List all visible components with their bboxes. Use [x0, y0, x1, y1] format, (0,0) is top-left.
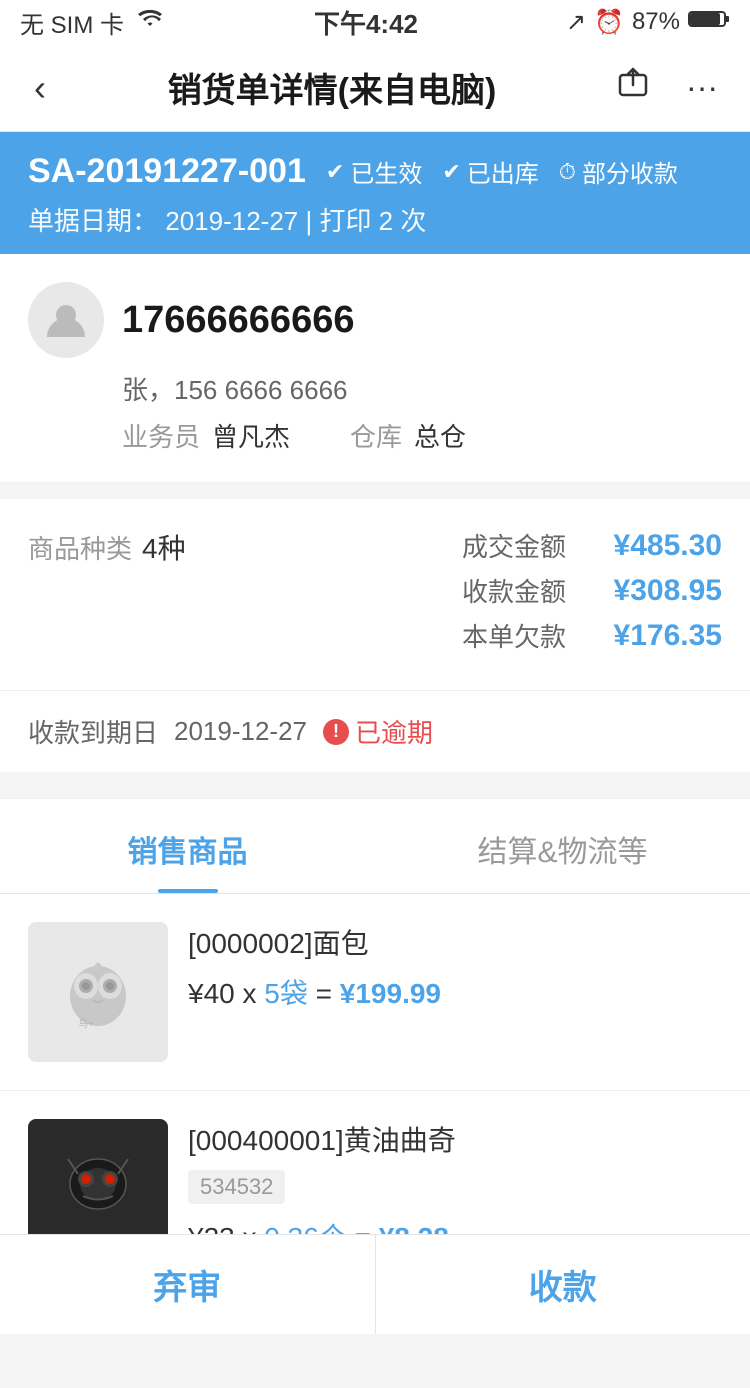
customer-name: 17666666666	[122, 299, 354, 342]
date-value: 2019-12-27	[165, 206, 298, 236]
banner-row1: SA-20191227-001 ✔ 已生效 ✔ 已出库 ⏱ 部分收款	[28, 152, 722, 191]
product-name-2: [000400001]黄油曲奇	[188, 1119, 722, 1159]
collect-label: 收款	[529, 1260, 597, 1309]
customer-meta: 业务员 曾凡杰 仓库 总仓	[122, 417, 722, 454]
svg-text:鸟+: 鸟+	[78, 1017, 94, 1030]
nav-actions: ···	[608, 59, 726, 117]
badge-shipped-text: 已出库	[467, 154, 539, 189]
status-left: 无 SIM 卡	[20, 5, 166, 40]
summary-left: 商品种类 4种	[28, 527, 186, 573]
product-tag-2: 534532	[188, 1170, 285, 1204]
warehouse-label: 仓库	[350, 417, 402, 454]
summary-right: 成交金额 ¥485.30 收款金额 ¥308.95 本单欠款 ¥176.35	[462, 527, 722, 662]
product-info-1: [0000002]面包 ¥40 x 5袋 = ¥199.99	[188, 922, 722, 1012]
overdue-text: 已逾期	[355, 713, 433, 750]
product-types-value: 4种	[142, 527, 186, 567]
alarm-icon: ⏰	[594, 8, 624, 37]
tabs-section: 销售商品 结算&物流等	[0, 798, 750, 1288]
tabs: 销售商品 结算&物流等	[0, 799, 750, 894]
price-eq-1: =	[316, 978, 340, 1009]
salesman-label: 业务员	[122, 417, 200, 454]
due-date-value: 2019-12-27	[174, 716, 307, 747]
customer-section: 17666666666 张，156 6666 6666 业务员 曾凡杰 仓库 总…	[0, 254, 750, 483]
due-date-label: 收款到期日	[28, 713, 158, 750]
divider-1	[0, 483, 750, 499]
sim-status: 无 SIM 卡	[20, 5, 124, 40]
price-qty-1: 5袋	[264, 978, 308, 1009]
warehouse-value: 总仓	[414, 417, 466, 454]
summary-section: 商品种类 4种 成交金额 ¥485.30 收款金额 ¥308.95 本单欠款 ¥…	[0, 499, 750, 690]
badge-activated-text: 已生效	[350, 154, 422, 189]
banner-date-row: 单据日期： 2019-12-27 | 打印 2 次	[28, 201, 722, 238]
badge-activated: ✔ 已生效	[326, 154, 422, 189]
tab-settlement-label: 结算&物流等	[477, 836, 647, 869]
check-icon-2: ✔	[442, 159, 460, 185]
location-icon: ↗	[566, 8, 586, 37]
status-right: ↗ ⏰ 87%	[566, 8, 730, 37]
header-banner: SA-20191227-001 ✔ 已生效 ✔ 已出库 ⏱ 部分收款 单据日期：…	[0, 132, 750, 254]
share-icon[interactable]	[608, 59, 658, 117]
price-x-1: x	[243, 978, 265, 1009]
check-icon-1: ✔	[326, 159, 344, 185]
collect-amount-label: 收款金额	[462, 572, 566, 609]
tab-products-label: 销售商品	[128, 836, 248, 869]
price-total-1: ¥199.99	[340, 978, 441, 1009]
avatar	[28, 282, 104, 358]
product-thumb-1: 鸟+	[28, 922, 168, 1062]
deal-amount-value: ¥485.30	[582, 529, 722, 563]
salesman-value: 曾凡杰	[212, 417, 290, 454]
battery-level: 87%	[632, 8, 680, 36]
due-date-section: 收款到期日 2019-12-27 ! 已逾期	[0, 690, 750, 772]
badge-shipped: ✔ 已出库	[442, 154, 538, 189]
product-list: 鸟+ [0000002]面包 ¥40 x 5袋 = ¥199.99	[0, 894, 750, 1288]
debt-amount-row: 本单欠款 ¥176.35	[462, 617, 722, 654]
bottom-bar: 弃审 收款	[0, 1234, 750, 1334]
salesman-info: 业务员 曾凡杰	[122, 417, 290, 454]
price-value-1: ¥40	[188, 978, 235, 1009]
debt-amount-value: ¥176.35	[582, 619, 722, 653]
deal-amount-label: 成交金额	[462, 527, 566, 564]
debt-amount-label: 本单欠款	[462, 617, 566, 654]
collect-amount-value: ¥308.95	[582, 574, 722, 608]
page-title: 销货单详情(来自电脑)	[168, 63, 497, 112]
product-price-1: ¥40 x 5袋 = ¥199.99	[188, 972, 722, 1012]
more-icon[interactable]: ···	[678, 61, 726, 114]
product-name-1: [0000002]面包	[188, 922, 722, 962]
battery-icon	[688, 8, 730, 37]
customer-row: 17666666666	[28, 282, 722, 358]
summary-row: 商品种类 4种 成交金额 ¥485.30 收款金额 ¥308.95 本单欠款 ¥…	[28, 527, 722, 662]
order-id: SA-20191227-001	[28, 152, 306, 191]
tab-settlement[interactable]: 结算&物流等	[375, 799, 750, 893]
status-bar: 无 SIM 卡 下午4:42 ↗ ⏰ 87%	[0, 0, 750, 44]
print-info: | 打印 2 次	[305, 206, 426, 236]
clock-icon: ⏱	[559, 159, 576, 185]
nav-bar: ‹ 销货单详情(来自电脑) ···	[0, 44, 750, 132]
cancel-review-button[interactable]: 弃审	[0, 1235, 376, 1334]
badge-partial-text: 部分收款	[582, 154, 678, 189]
customer-sub: 张，156 6666 6666	[122, 370, 722, 407]
product-item-1: 鸟+ [0000002]面包 ¥40 x 5袋 = ¥199.99	[0, 894, 750, 1091]
owl-image: 鸟+	[28, 922, 168, 1062]
tab-products[interactable]: 销售商品	[0, 799, 375, 893]
overdue-icon: !	[323, 719, 349, 745]
deal-amount-row: 成交金额 ¥485.30	[462, 527, 722, 564]
divider-2	[0, 772, 750, 788]
collect-amount-row: 收款金额 ¥308.95	[462, 572, 722, 609]
collect-button[interactable]: 收款	[376, 1235, 750, 1334]
overdue-badge: ! 已逾期	[323, 713, 433, 750]
date-label: 单据日期：	[28, 206, 158, 236]
cancel-review-label: 弃审	[153, 1260, 221, 1309]
status-time: 下午4:42	[314, 4, 418, 41]
product-types-label: 商品种类	[28, 529, 132, 566]
warehouse-info: 仓库 总仓	[350, 417, 466, 454]
wifi-icon	[134, 8, 166, 37]
back-button[interactable]: ‹	[24, 57, 56, 119]
badge-partial-payment: ⏱ 部分收款	[559, 154, 678, 189]
product-types-item: 商品种类 4种	[28, 527, 186, 567]
